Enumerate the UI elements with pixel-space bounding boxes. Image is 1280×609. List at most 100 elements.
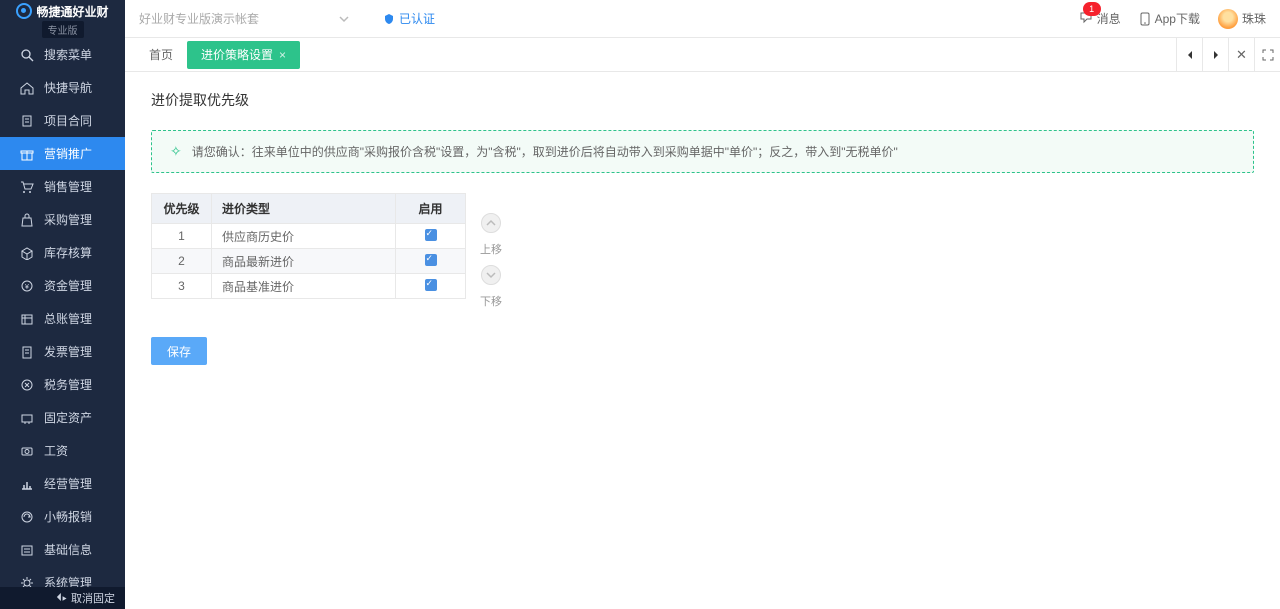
move-down-button[interactable] — [481, 265, 501, 285]
box-icon — [20, 246, 34, 260]
sidebar-item-ledger[interactable]: 总账管理 — [0, 302, 125, 335]
gift-icon — [20, 147, 34, 161]
tabbar-actions: ✕ — [1176, 38, 1280, 71]
invoice-icon — [20, 345, 34, 359]
move-controls: 上移 下移 — [480, 213, 502, 309]
sidebar-item-label: 搜索菜单 — [44, 46, 92, 63]
sidebar-item-invoice[interactable]: 发票管理 — [0, 335, 125, 368]
cell-enable — [396, 249, 466, 274]
sidebar-item-info[interactable]: 基础信息 — [0, 533, 125, 566]
topbar: 好业财专业版演示帐套 已认证 消息 App下载 珠珠 — [125, 0, 1280, 38]
tab-close-all-button[interactable]: ✕ — [1228, 38, 1254, 71]
phone-icon — [1139, 12, 1151, 26]
caret-left-icon — [1186, 50, 1194, 60]
sidebar-item-gift[interactable]: 营销推广 — [0, 137, 125, 170]
pin-icon: ⏴▸ — [57, 592, 67, 605]
sidebar-item-search[interactable]: 搜索菜单 — [0, 38, 125, 71]
chevron-down-icon — [339, 14, 349, 24]
sidebar-item-label: 小畅报销 — [44, 508, 92, 525]
table-row[interactable]: 3商品基准进价 — [152, 274, 466, 299]
asset-icon — [20, 411, 34, 425]
sidebar-item-label: 资金管理 — [44, 277, 92, 294]
cell-enable — [396, 224, 466, 249]
sidebar-item-reimburse[interactable]: 小畅报销 — [0, 500, 125, 533]
sidebar-item-cart[interactable]: 销售管理 — [0, 170, 125, 203]
sidebar-item-doc[interactable]: 项目合同 — [0, 104, 125, 137]
sidebar-item-label: 营销推广 — [44, 145, 92, 162]
page-title: 进价提取优先级 — [151, 90, 1254, 110]
fullscreen-icon — [1262, 49, 1274, 61]
verified-badge: 已认证 — [383, 10, 435, 27]
table-row[interactable]: 1供应商历史价 — [152, 224, 466, 249]
sidebar-item-bag[interactable]: 采购管理 — [0, 203, 125, 236]
chat-icon — [1079, 10, 1093, 27]
sidebar-item-label: 工资 — [44, 442, 68, 459]
enable-checkbox[interactable] — [425, 279, 437, 291]
save-button[interactable]: 保存 — [151, 337, 207, 365]
table-area: 优先级 进价类型 启用 1供应商历史价2商品最新进价3商品基准进价 上移 下移 — [151, 193, 1254, 309]
cell-priority: 2 — [152, 249, 212, 274]
salary-icon — [20, 444, 34, 458]
sidebar-item-label: 快捷导航 — [44, 79, 92, 96]
cell-priority: 1 — [152, 224, 212, 249]
reimburse-icon — [20, 510, 34, 524]
sidebar-item-box[interactable]: 库存核算 — [0, 236, 125, 269]
sidebar-item-tax[interactable]: 税务管理 — [0, 368, 125, 401]
close-icon: ✕ — [1236, 47, 1247, 63]
table-row[interactable]: 2商品最新进价 — [152, 249, 466, 274]
bag-icon — [20, 213, 34, 227]
tab-0[interactable]: 首页 — [135, 41, 187, 69]
sidebar-item-money[interactable]: ¥ 资金管理 — [0, 269, 125, 302]
sidebar-item-salary[interactable]: 工资 — [0, 434, 125, 467]
fullscreen-button[interactable] — [1254, 38, 1280, 71]
sidebar-item-label: 库存核算 — [44, 244, 92, 261]
tab-next-button[interactable] — [1202, 38, 1228, 71]
system-icon — [20, 576, 34, 588]
priority-table: 优先级 进价类型 启用 1供应商历史价2商品最新进价3商品基准进价 — [151, 193, 466, 299]
sidebar-pin-toggle[interactable]: ⏴▸ 取消固定 — [0, 587, 125, 609]
move-up-button[interactable] — [481, 213, 501, 233]
account-name: 好业财专业版演示帐套 — [139, 10, 259, 27]
sidebar-item-label: 固定资产 — [44, 409, 92, 426]
app-download-label: App下载 — [1155, 10, 1200, 27]
sidebar-item-home[interactable]: 快捷导航 — [0, 71, 125, 104]
tab-prev-button[interactable] — [1176, 38, 1202, 71]
brand-logo-icon — [16, 3, 32, 19]
cell-type: 商品最新进价 — [212, 249, 396, 274]
app-download-button[interactable]: App下载 — [1139, 10, 1200, 27]
tax-icon — [20, 378, 34, 392]
topbar-left: 好业财专业版演示帐套 已认证 — [139, 10, 435, 27]
sidebar-item-system[interactable]: 系统管理 — [0, 566, 125, 587]
enable-checkbox[interactable] — [425, 254, 437, 266]
info-alert: ✧ 请您确认：往来单位中的供应商"采购报价含税"设置，为"含税"，取到进价后将自… — [151, 130, 1254, 173]
move-up-label: 上移 — [480, 241, 502, 257]
sidebar-item-label: 项目合同 — [44, 112, 92, 129]
sidebar: 畅捷通好业财 专业版 搜索菜单快捷导航项目合同营销推广销售管理采购管理库存核算 ¥… — [0, 0, 125, 609]
cell-type: 商品基准进价 — [212, 274, 396, 299]
user-menu[interactable]: 珠珠 — [1218, 9, 1266, 29]
tab-1[interactable]: 进价策略设置× — [187, 41, 300, 69]
sparkle-icon: ✧ — [170, 143, 182, 160]
messages-label: 消息 — [1097, 10, 1121, 27]
user-name: 珠珠 — [1242, 10, 1266, 27]
money-icon: ¥ — [20, 279, 34, 293]
cart-icon — [20, 180, 34, 194]
brand-edition: 专业版 — [42, 21, 84, 38]
account-select[interactable]: 好业财专业版演示帐套 — [139, 10, 349, 27]
sidebar-nav: 搜索菜单快捷导航项目合同营销推广销售管理采购管理库存核算 ¥ 资金管理总账管理发票管… — [0, 38, 125, 587]
move-down-label: 下移 — [480, 293, 502, 309]
close-icon[interactable]: × — [279, 48, 286, 62]
enable-checkbox[interactable] — [425, 229, 437, 241]
chevron-up-icon — [486, 219, 496, 227]
sidebar-item-label: 系统管理 — [44, 574, 92, 587]
search-icon — [20, 48, 34, 62]
sidebar-pin-label: 取消固定 — [71, 590, 115, 606]
biz-icon — [20, 477, 34, 491]
col-enable: 启用 — [396, 194, 466, 224]
brand-logo: 畅捷通好业财 — [16, 3, 108, 20]
sidebar-item-asset[interactable]: 固定资产 — [0, 401, 125, 434]
ledger-icon — [20, 312, 34, 326]
messages-button[interactable]: 消息 — [1079, 10, 1121, 27]
sidebar-item-biz[interactable]: 经营管理 — [0, 467, 125, 500]
caret-right-icon — [1212, 50, 1220, 60]
